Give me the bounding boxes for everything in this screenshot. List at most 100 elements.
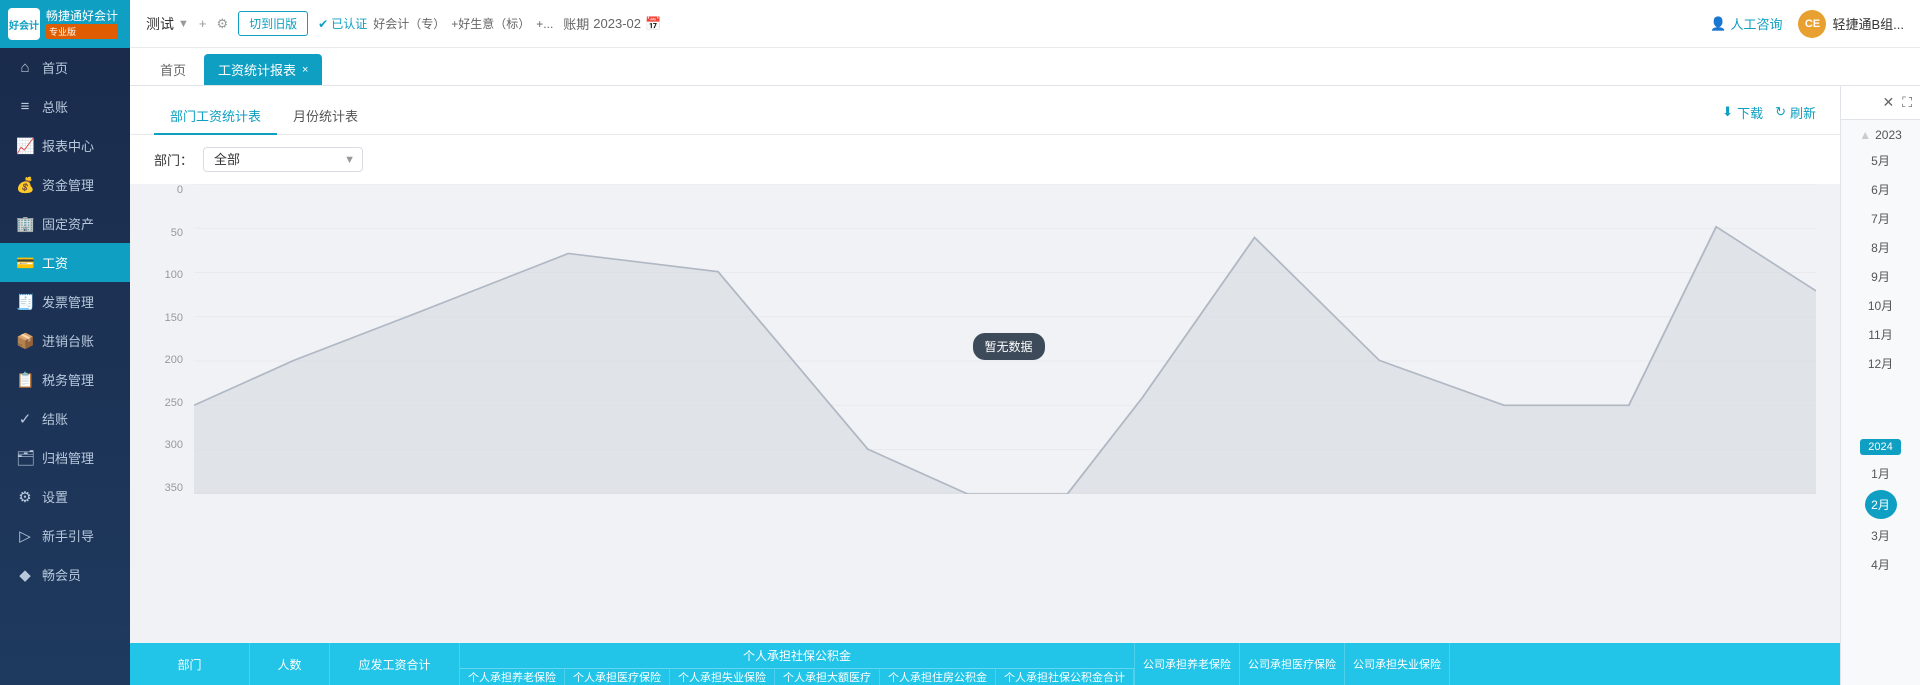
month-list-2024: 1月 2月 3月 4月 [1841, 459, 1920, 685]
year-2023-up-arrow[interactable]: ▲ [1859, 128, 1871, 142]
y-label-0: 0 [177, 184, 183, 196]
tab-close-icon[interactable]: × [302, 64, 308, 76]
sidebar-item-checkout-label: 结账 [42, 409, 68, 428]
table-footer: 部门 人数 应发工资合计 个人承担社保公积金 个人承担养老保险 个人承担医疗保险… [130, 643, 1840, 685]
sidebar-item-guide-label: 新手引导 [42, 526, 94, 545]
topbar-plus-btn[interactable]: + [199, 16, 207, 31]
y-label-50: 50 [171, 227, 183, 239]
subcol-major-medical: 个人承担大额医疗 [775, 669, 880, 685]
content-right-wrapper: 部门工资统计表 月份统计表 ⬇ 下载 ↻ 刷新 [130, 86, 1920, 685]
subcol-company-pension: 公司承担养老保险 [1135, 643, 1240, 685]
sidebar-item-tax[interactable]: 📋 税务管理 [0, 360, 130, 399]
month-2024-2[interactable]: 2月 [1865, 490, 1897, 519]
y-label-100: 100 [165, 269, 183, 281]
sidebar-nav: ⌂ 首页 ≡ 总账 📈 报表中心 💰 资金管理 🏢 固定资产 💳 工资 🧾 发票… [0, 48, 130, 685]
month-10[interactable]: 10月 [1841, 291, 1920, 320]
month-list-2023: 5月 6月 7月 8月 9月 10月 11月 [1841, 146, 1920, 434]
month-2024-3[interactable]: 3月 [1841, 521, 1920, 550]
sidebar-item-purchase[interactable]: 📦 进销台账 [0, 321, 130, 360]
month-2024-1[interactable]: 1月 [1841, 459, 1920, 488]
month-12[interactable]: 12月 [1841, 349, 1920, 378]
more-tags: +... [536, 17, 553, 31]
dept-filter-label: 部门： [154, 150, 193, 169]
sidebar-item-invoice[interactable]: 🧾 发票管理 [0, 282, 130, 321]
month-11[interactable]: 11月 [1841, 320, 1920, 349]
calendar-icon[interactable]: 📅 [645, 16, 661, 32]
period-display: 账期 2023-02 📅 [563, 14, 661, 33]
help-icon: 👤 [1710, 16, 1726, 32]
sidebar-item-assets-label: 固定资产 [42, 214, 94, 233]
month-5[interactable]: 5月 [1841, 146, 1920, 175]
sidebar-item-salary[interactable]: 💳 工资 [0, 243, 130, 282]
tax-icon: 📋 [16, 371, 34, 389]
checkout-icon: ✓ [16, 410, 34, 428]
sidebar: 好会计 畅捷通好会计 专业版 ⌂ 首页 ≡ 总账 📈 报表中心 💰 资金管理 🏢… [0, 0, 130, 685]
group-personal-subcols: 个人承担养老保险 个人承担医疗保险 个人承担失业保险 个人承担大额医疗 个人承担… [460, 669, 1134, 685]
sub-tabs: 部门工资统计表 月份统计表 ⬇ 下载 ↻ 刷新 [130, 86, 1840, 135]
sidebar-item-checkout[interactable]: ✓ 结账 [0, 399, 130, 438]
sub-tab-month[interactable]: 月份统计表 [277, 98, 374, 135]
ledger-icon: ≡ [16, 98, 34, 115]
month-2024-4[interactable]: 4月 [1841, 550, 1920, 579]
subcol-pension: 个人承担养老保险 [460, 669, 565, 685]
chart-svg [194, 184, 1816, 494]
panel-expand-icon[interactable]: ⛶ [1902, 94, 1912, 111]
logo: 好会计 畅捷通好会计 专业版 [0, 0, 130, 48]
month-8[interactable]: 8月 [1841, 233, 1920, 262]
month-6[interactable]: 6月 [1841, 175, 1920, 204]
col-dept-label: 部门 [177, 656, 201, 673]
sidebar-item-invoice-label: 发票管理 [42, 292, 94, 311]
sidebar-item-vip-label: 畅会员 [42, 565, 81, 584]
sidebar-item-funds-label: 资金管理 [42, 175, 94, 194]
sidebar-item-reports[interactable]: 📈 报表中心 [0, 126, 130, 165]
tab-home[interactable]: 首页 [146, 54, 200, 85]
sub-tab-dept[interactable]: 部门工资统计表 [154, 98, 277, 135]
sidebar-item-home[interactable]: ⌂ 首页 [0, 48, 130, 87]
sidebar-item-guide[interactable]: ▷ 新手引导 [0, 516, 130, 555]
topbar-gear-icon[interactable]: ⚙ [216, 16, 228, 32]
sidebar-item-archive[interactable]: 🗂 归档管理 [0, 438, 130, 477]
group-personal-label: 个人承担社保公积金 [460, 643, 1134, 669]
topbar-status: ✔ 已认证 好会计（专） +好生意（标） +... [318, 15, 553, 32]
sidebar-item-purchase-label: 进销台账 [42, 331, 94, 350]
sidebar-item-vip[interactable]: ◆ 畅会员 [0, 555, 130, 594]
dept-filter-wrap[interactable]: 全部 研发部 销售部 行政部 财务部 ▼ [203, 147, 363, 172]
subcol-company-medical: 公司承担医疗保险 [1240, 643, 1345, 685]
sidebar-item-assets[interactable]: 🏢 固定资产 [0, 204, 130, 243]
sidebar-item-funds[interactable]: 💰 资金管理 [0, 165, 130, 204]
y-label-150: 150 [165, 312, 183, 324]
sidebar-item-settings[interactable]: ⚙ 设置 [0, 477, 130, 516]
y-label-250: 250 [165, 397, 183, 409]
subcol-total-insurance: 个人承担社保公积金合计 [996, 669, 1134, 685]
certified-badge: ✔ 已认证 [318, 15, 367, 32]
col-total-salary-label: 应发工资合计 [358, 656, 430, 673]
tab-salary-report[interactable]: 工资统计报表 × [204, 54, 322, 85]
panel-close-icon[interactable]: ✕ [1882, 94, 1894, 111]
settings-icon: ⚙ [16, 488, 34, 506]
good-account-tag: 好会计（专） [373, 15, 445, 32]
period-label: 账期 [563, 14, 589, 33]
avatar: CE [1798, 10, 1826, 38]
invoice-icon: 🧾 [16, 293, 34, 311]
guide-icon: ▷ [16, 527, 34, 545]
subcol-unemployment: 个人承担失业保险 [670, 669, 775, 685]
right-panel: ✕ ⛶ ▲ 2023 5月 6月 7月 8月 [1840, 86, 1920, 685]
col-count: 人数 [250, 643, 330, 685]
sidebar-item-salary-label: 工资 [42, 253, 68, 272]
y-label-300: 300 [165, 439, 183, 451]
company-selector[interactable]: 测试 ▼ [146, 14, 189, 34]
month-9[interactable]: 9月 [1841, 262, 1920, 291]
year-2024-badge: 2024 [1860, 439, 1900, 455]
dept-filter-select[interactable]: 全部 研发部 销售部 行政部 财务部 [203, 147, 363, 172]
refresh-btn[interactable]: ↻ 刷新 [1775, 103, 1816, 122]
main-content: 部门工资统计表 月份统计表 ⬇ 下载 ↻ 刷新 [130, 86, 1840, 685]
help-btn[interactable]: 👤 人工咨询 [1710, 14, 1782, 33]
sidebar-item-ledger[interactable]: ≡ 总账 [0, 87, 130, 126]
purchase-icon: 📦 [16, 332, 34, 350]
main-area: 测试 ▼ + ⚙ 切到旧版 ✔ 已认证 好会计（专） +好生意（标） +... … [130, 0, 1920, 685]
user-menu[interactable]: CE 轻捷通B组... [1798, 10, 1904, 38]
month-7[interactable]: 7月 [1841, 204, 1920, 233]
sidebar-item-tax-label: 税务管理 [42, 370, 94, 389]
switch-old-btn[interactable]: 切到旧版 [238, 11, 308, 36]
download-btn[interactable]: ⬇ 下载 [1722, 103, 1763, 122]
